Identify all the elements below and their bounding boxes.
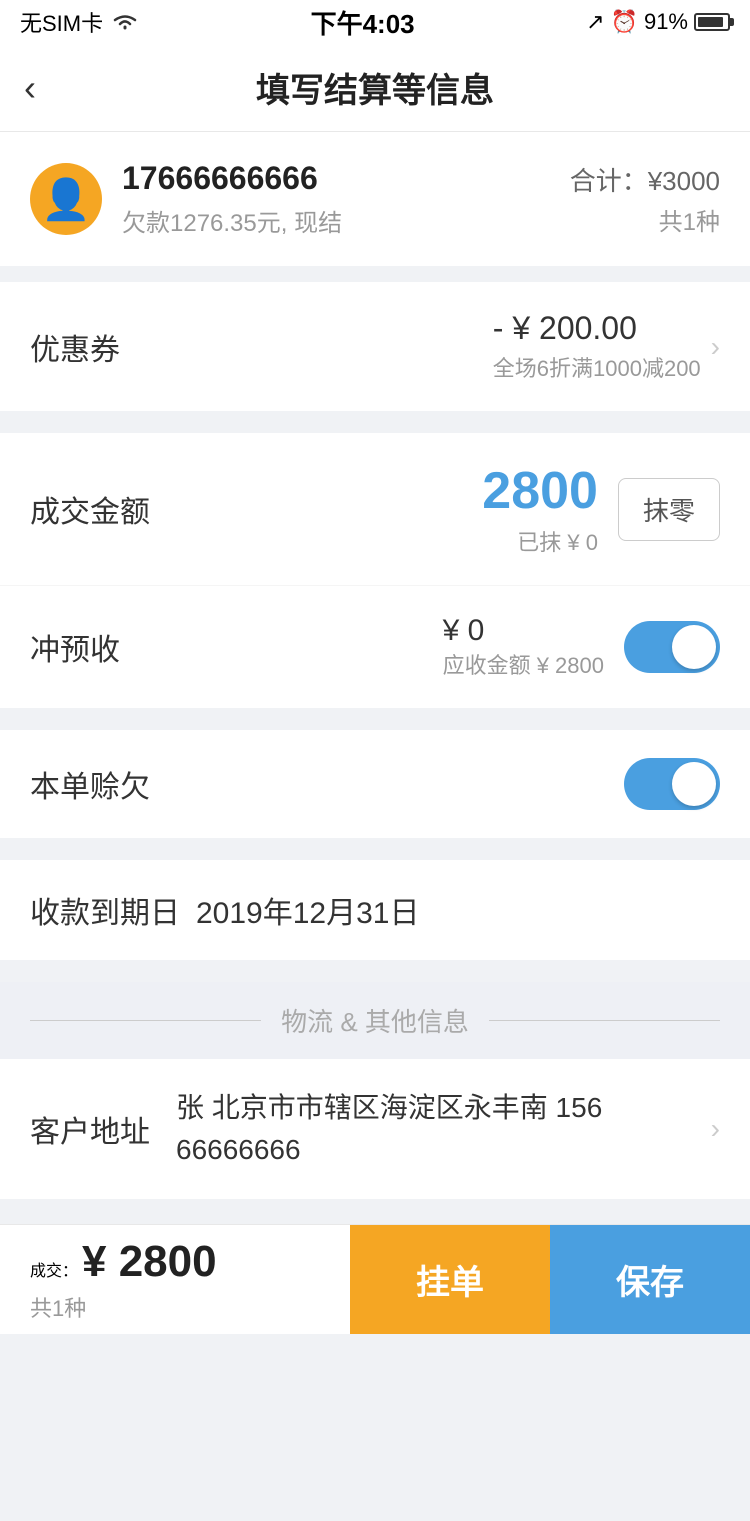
customer-right: 合计：¥3000 共1种 <box>570 161 720 237</box>
prepayment-toggle[interactable] <box>624 621 720 673</box>
chevron-right-icon: › <box>711 331 720 363</box>
section-divider-2 <box>0 710 750 730</box>
prepayment-amount: ¥ 0 <box>443 614 604 648</box>
bottom-total: 成交： ¥ 2800 共1种 <box>0 1237 350 1323</box>
status-time: 下午4:03 <box>311 4 415 41</box>
address-row[interactable]: 客户地址 张 北京市市辖区海淀区永丰南 156 66666666 › <box>0 1059 750 1199</box>
logistics-header: 物流 & 其他信息 <box>0 982 750 1059</box>
prepayment-right: ¥ 0 应收金额 ¥ 2800 <box>443 614 720 680</box>
customer-phone: 17666666666 <box>122 160 342 197</box>
debt-label: 本单赊欠 <box>30 762 150 806</box>
debt-toggle[interactable] <box>624 758 720 810</box>
prepayment-label: 冲预收 <box>30 625 120 669</box>
address-chevron-icon: › <box>711 1113 720 1145</box>
logistics-line-left <box>30 1020 261 1021</box>
customer-left: 👤 17666666666 欠款1276.35元, 现结 <box>30 160 342 238</box>
debt-toggle-knob <box>672 762 716 806</box>
avatar: 👤 <box>30 163 102 235</box>
bottom-transaction-label: 成交： <box>30 1257 78 1281</box>
logistics-label: 物流 & 其他信息 <box>281 1002 469 1039</box>
coupon-desc: 全场6折满1000减200 <box>493 351 701 383</box>
alarm-icon: ⏰ <box>611 9 638 35</box>
status-right: ↗ ⏰ 91% <box>586 9 730 35</box>
bottom-amount: ¥ 2800 <box>82 1237 217 1287</box>
nav-title: 填写结算等信息 <box>256 63 494 112</box>
bottom-btn-group: 挂单 保存 <box>350 1225 750 1334</box>
due-date-label: 收款到期日 <box>30 888 180 932</box>
wifi-icon <box>111 12 139 32</box>
prepayment-row: 冲预收 ¥ 0 应收金额 ¥ 2800 <box>0 586 750 708</box>
debt-section: 本单赊欠 <box>0 730 750 838</box>
transaction-amount: 2800 <box>482 461 598 521</box>
back-button[interactable]: ‹ <box>24 67 36 109</box>
due-date-value: 2019年12月31日 <box>196 888 419 932</box>
carrier-label: 无SIM卡 <box>20 6 103 38</box>
total-count: 共1种 <box>570 202 720 237</box>
transaction-sub: 已抹 ¥ 0 <box>482 525 598 557</box>
coupon-info: - ¥ 200.00 全场6折满1000减200 <box>493 310 701 383</box>
bottom-count: 共1种 <box>30 1291 320 1323</box>
prepayment-info: ¥ 0 应收金额 ¥ 2800 <box>443 614 604 680</box>
coupon-label: 优惠券 <box>30 325 120 369</box>
status-left: 无SIM卡 <box>20 6 139 38</box>
nav-bar: ‹ 填写结算等信息 <box>0 44 750 132</box>
bottom-bar: 成交： ¥ 2800 共1种 挂单 保存 <box>0 1224 750 1334</box>
transaction-label: 成交金额 <box>30 487 150 531</box>
address-label: 客户地址 <box>30 1107 160 1151</box>
logistics-line-right <box>489 1020 720 1021</box>
customer-sub: 欠款1276.35元, 现结 <box>122 203 342 238</box>
toggle-knob <box>672 625 716 669</box>
status-bar: 无SIM卡 下午4:03 ↗ ⏰ 91% <box>0 0 750 44</box>
address-content: 张 北京市市辖区海淀区永丰南 156 66666666 <box>160 1087 711 1171</box>
section-divider-3 <box>0 840 750 860</box>
section-divider-4 <box>0 962 750 982</box>
coupon-row[interactable]: 优惠券 - ¥ 200.00 全场6折满1000减200 › <box>0 282 750 411</box>
transaction-amount-row: 成交金额 2800 已抹 ¥ 0 抹零 <box>0 433 750 586</box>
save-button[interactable]: 保存 <box>550 1225 750 1334</box>
coupon-right: - ¥ 200.00 全场6折满1000减200 › <box>493 310 720 383</box>
battery-percent: 91% <box>644 9 688 35</box>
section-divider-1 <box>0 413 750 433</box>
battery-fill <box>698 17 723 27</box>
customer-card: 👤 17666666666 欠款1276.35元, 现结 合计：¥3000 共1… <box>0 132 750 266</box>
customer-info: 17666666666 欠款1276.35元, 现结 <box>122 160 342 238</box>
location-icon: ↗ <box>586 9 604 35</box>
avatar-icon: 👤 <box>41 176 91 223</box>
debt-row: 本单赊欠 <box>0 730 750 838</box>
due-date-row: 收款到期日 2019年12月31日 <box>0 860 750 960</box>
amount-info: 2800 已抹 ¥ 0 <box>482 461 598 557</box>
pending-button[interactable]: 挂单 <box>350 1225 550 1334</box>
prepayment-sub: 应收金额 ¥ 2800 <box>443 648 604 680</box>
transaction-section: 成交金额 2800 已抹 ¥ 0 抹零 冲预收 ¥ 0 应收金额 ¥ 2800 <box>0 433 750 708</box>
total-amount: 合计：¥3000 <box>570 161 720 198</box>
transaction-right: 2800 已抹 ¥ 0 抹零 <box>482 461 720 557</box>
coupon-discount: - ¥ 200.00 <box>493 310 701 347</box>
round-zero-button[interactable]: 抹零 <box>618 478 720 541</box>
battery-icon <box>694 13 730 31</box>
